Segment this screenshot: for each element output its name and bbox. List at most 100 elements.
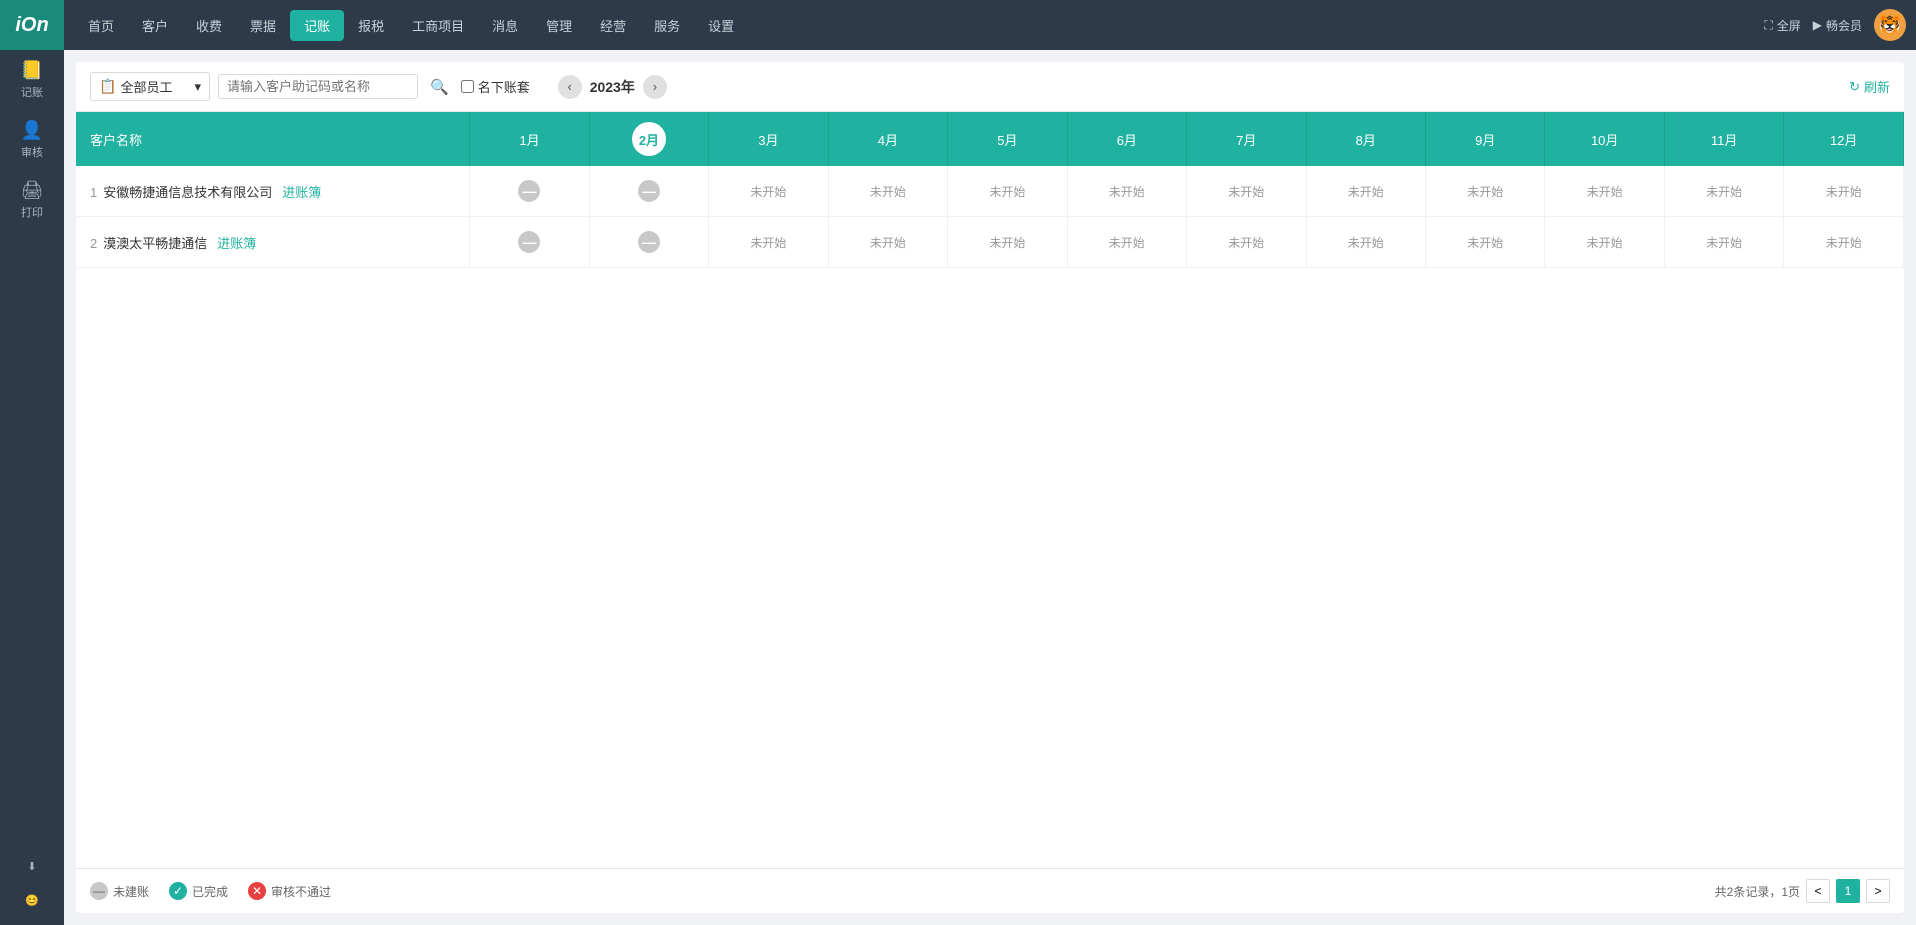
- member-icon: ▶: [1813, 18, 1822, 32]
- status-not-started: 未开始: [750, 236, 786, 250]
- footer-right: 共2条记录，1页 < 1 >: [1715, 879, 1890, 903]
- nav-tax[interactable]: 报税: [344, 10, 398, 41]
- page-next-button[interactable]: >: [1866, 879, 1890, 903]
- status-not-started: 未开始: [1109, 185, 1145, 199]
- status-not-started: 未开始: [870, 236, 906, 250]
- status-done-circle: —: [638, 231, 660, 253]
- client-name: 漠澳太平畅捷通信: [103, 236, 207, 251]
- sidebar-item-audit[interactable]: 👤 审核: [0, 110, 64, 170]
- fullscreen-icon: ⛶: [1764, 18, 1772, 33]
- year-label: 2023年: [590, 77, 635, 97]
- month-cell-11: 未开始: [1664, 217, 1783, 268]
- sidebar-user[interactable]: 😊: [25, 886, 39, 915]
- nav-invoice[interactable]: 票据: [236, 10, 290, 41]
- accounting-icon: 📒: [21, 60, 43, 81]
- nav-accounting[interactable]: 记账: [290, 10, 344, 41]
- user-avatar[interactable]: 🐯: [1874, 9, 1906, 41]
- my-accounts-checkbox-label[interactable]: 名下账套: [461, 77, 530, 96]
- footer: — 未建账 ✓ 已完成 ✕ 审核不通过 共2条记录，1页 < 1 >: [76, 868, 1904, 913]
- employee-icon: 📋: [99, 78, 116, 95]
- page-prev-button[interactable]: <: [1806, 879, 1830, 903]
- next-year-button[interactable]: ›: [643, 75, 667, 99]
- month-cell-7: 未开始: [1187, 217, 1306, 268]
- month-cell-9: 未开始: [1425, 166, 1544, 217]
- month-cell-5: 未开始: [948, 166, 1067, 217]
- status-not-started: 未开始: [1467, 185, 1503, 199]
- status-not-started: 未开始: [1228, 185, 1264, 199]
- current-month-circle: 2月: [632, 122, 666, 156]
- row-index: 2: [90, 236, 97, 251]
- page-current-button[interactable]: 1: [1836, 879, 1860, 903]
- month-cell-5: 未开始: [948, 217, 1067, 268]
- col-month-9: 9月: [1425, 112, 1544, 166]
- status-not-started: 未开始: [1706, 185, 1742, 199]
- nav-manage[interactable]: 管理: [532, 10, 586, 41]
- refresh-button[interactable]: ↻ 刷新: [1849, 77, 1890, 96]
- month-cell-3: 未开始: [709, 217, 828, 268]
- status-not-started: 未开始: [1348, 185, 1384, 199]
- nav-client[interactable]: 客户: [128, 10, 182, 41]
- nav-operation[interactable]: 经营: [586, 10, 640, 41]
- legend-gray-circle: —: [90, 882, 108, 900]
- status-done-circle: —: [518, 180, 540, 202]
- status-not-started: 未开始: [750, 185, 786, 199]
- main-panel: 📋 全部员工 ▾ 🔍 名下账套 ‹ 2023年 › ↻ 刷新: [76, 62, 1904, 913]
- sidebar-item-print[interactable]: 🖨 打印: [0, 170, 64, 230]
- status-not-started: 未开始: [1587, 236, 1623, 250]
- legend-rejected: ✕ 审核不通过: [248, 882, 331, 900]
- status-not-started: 未开始: [1228, 236, 1264, 250]
- status-done-circle: —: [518, 231, 540, 253]
- legend-completed: ✓ 已完成: [169, 882, 228, 900]
- month-cell-11: 未开始: [1664, 166, 1783, 217]
- table-header-row: 客户名称 1月 2月 3月 4月 5月 6月 7月: [76, 112, 1904, 166]
- status-not-started: 未开始: [989, 185, 1025, 199]
- dropdown-icon: ▾: [194, 79, 201, 95]
- enter-ledger-link[interactable]: 进账簿: [217, 236, 256, 251]
- print-icon: 🖨: [21, 180, 44, 201]
- content-area: 📋 全部员工 ▾ 🔍 名下账套 ‹ 2023年 › ↻ 刷新: [64, 50, 1916, 925]
- prev-year-button[interactable]: ‹: [558, 75, 582, 99]
- refresh-icon: ↻: [1849, 79, 1860, 95]
- col-month-10: 10月: [1545, 112, 1664, 166]
- status-done-circle: —: [638, 180, 660, 202]
- search-input[interactable]: [218, 74, 418, 99]
- nav-fee[interactable]: 收费: [182, 10, 236, 41]
- nav-service[interactable]: 服务: [640, 10, 694, 41]
- employee-select[interactable]: 📋 全部员工 ▾: [90, 72, 210, 101]
- sidebar: iOn 📒 记账 👤 审核 🖨 打印 ⬇ 😊: [0, 0, 64, 925]
- sidebar-item-label: 记账: [21, 84, 43, 100]
- my-accounts-checkbox[interactable]: [461, 80, 474, 93]
- month-cell-2: —: [589, 217, 708, 268]
- nav-home[interactable]: 首页: [74, 10, 128, 41]
- nav-business[interactable]: 工商项目: [398, 10, 478, 41]
- legend-not-built-label: 未建账: [113, 883, 149, 900]
- sidebar-item-label: 审核: [21, 144, 43, 160]
- sidebar-item-accounting[interactable]: 📒 记账: [0, 50, 64, 110]
- member-button[interactable]: ▶ 畅会员: [1813, 17, 1862, 34]
- col-month-5: 5月: [948, 112, 1067, 166]
- nav-message[interactable]: 消息: [478, 10, 532, 41]
- enter-ledger-link[interactable]: 进账簿: [282, 185, 321, 200]
- nav-settings[interactable]: 设置: [694, 10, 748, 41]
- search-button[interactable]: 🔍: [426, 74, 453, 100]
- fullscreen-button[interactable]: ⛶ 全屏: [1764, 17, 1800, 34]
- month-cell-7: 未开始: [1187, 166, 1306, 217]
- col-month-2: 2月: [589, 112, 708, 166]
- client-name: 安徽畅捷通信息技术有限公司: [103, 185, 272, 200]
- status-not-started: 未开始: [1587, 185, 1623, 199]
- col-month-7: 7月: [1187, 112, 1306, 166]
- main-container: 首页 客户 收费 票据 记账 报税 工商项目 消息 管理 经营 服务 设置 ⛶ …: [64, 0, 1916, 925]
- col-month-4: 4月: [828, 112, 947, 166]
- month-cell-6: 未开始: [1067, 166, 1186, 217]
- status-not-started: 未开始: [1467, 236, 1503, 250]
- status-not-started: 未开始: [1706, 236, 1742, 250]
- status-not-started: 未开始: [1348, 236, 1384, 250]
- status-not-started: 未开始: [1826, 236, 1862, 250]
- sidebar-bottom: ⬇ 😊: [25, 852, 39, 925]
- table-row: 2 漠澳太平畅捷通信进账簿 — — 未开始 未开始 未开始 未开始 未开始 未开始 未开始 未开始 未开…: [76, 217, 1904, 268]
- month-cell-10: 未开始: [1545, 217, 1664, 268]
- sidebar-download[interactable]: ⬇: [25, 852, 39, 881]
- month-cell-3: 未开始: [709, 166, 828, 217]
- status-not-started: 未开始: [870, 185, 906, 199]
- legend-not-built: — 未建账: [90, 882, 149, 900]
